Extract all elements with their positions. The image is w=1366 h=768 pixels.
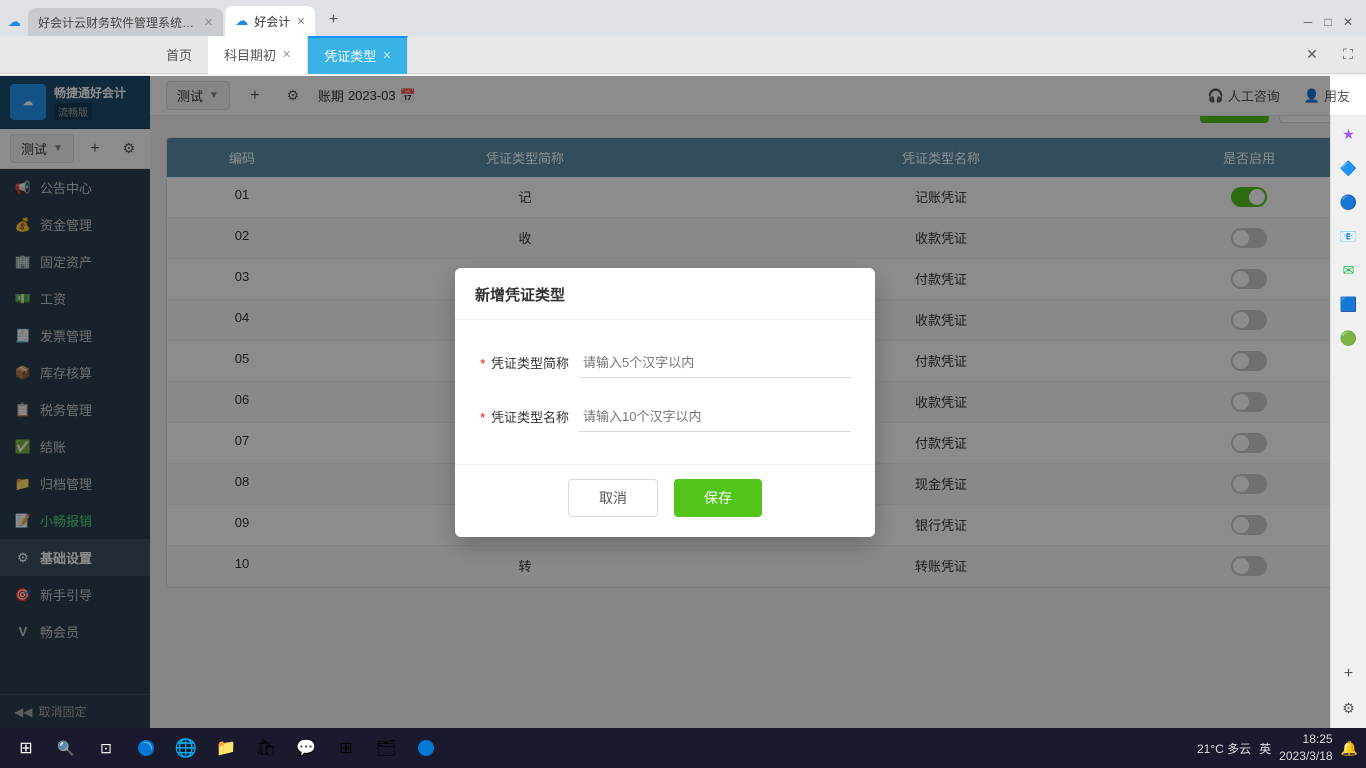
home-tab-label: 首页 [166,45,192,64]
dialog: 新增凭证类型 * 凭证类型简称 * 凭证类型名称 [455,268,875,537]
tab-navigation: 首页 科目期初 ✕ 凭证类型 ✕ ✕ ⛶ [0,36,1366,74]
taskbar-explorer[interactable]: 📁 [208,730,244,766]
taskbar-right: 21°C 多云 英 18:25 2023/3/18 🔔 [1197,731,1358,765]
tab-2[interactable]: ☁ 好会计 ✕ [225,6,315,36]
new-tab-button[interactable]: + [319,6,347,34]
start-button[interactable]: ⊞ [8,730,44,766]
tab-expand-button[interactable]: ⛶ [1330,37,1366,73]
tab-favicon-1: ☁ [8,14,24,30]
cancel-button[interactable]: 取消 [568,479,658,517]
taskbar-chrome[interactable]: 🌐 [168,730,204,766]
tab-2-close[interactable]: ✕ [296,15,305,28]
tab-1[interactable]: 好会计云财务软件管理系统_会计 ✕ [28,8,223,36]
tab-1-label: 好会计云财务软件管理系统_会计 [38,14,198,31]
subject-period-label: 科目期初 [224,45,276,64]
tab-2-favicon: ☁ [235,13,248,29]
tab-voucher-type[interactable]: 凭证类型 ✕ [308,36,408,74]
close-button[interactable]: ✕ [1338,12,1358,32]
taskbar-time-block: 18:25 2023/3/18 [1279,731,1332,765]
subject-period-close[interactable]: ✕ [282,48,291,61]
right-panel: 🔍 ★ 🔷 🔵 📧 ✉ 🟦 🟢 + ⚙ [1330,76,1366,728]
taskbar: ⊞ 🔍 ⊡ 🌐 📁 🛍 💬 ⊞ 🗂 21°C 多云 英 18:25 2023/3… [0,728,1366,768]
taskbar-edge2[interactable] [408,730,444,766]
taskbar-lang: 英 [1259,740,1271,757]
dialog-title: 新增凭证类型 [475,287,565,304]
right-msg-button[interactable]: ✉ [1333,254,1365,286]
maximize-button[interactable]: □ [1318,12,1338,32]
dialog-overlay: 新增凭证类型 * 凭证类型简称 * 凭证类型名称 [0,76,1330,728]
right-green-button[interactable]: 🟢 [1333,322,1365,354]
short-name-input[interactable] [579,348,851,378]
dialog-header: 新增凭证类型 [455,268,875,320]
short-name-row: * 凭证类型简称 [479,348,851,378]
right-star-button[interactable]: ★ [1333,118,1365,150]
taskbar-edge[interactable] [128,730,164,766]
dialog-footer: 取消 保存 [455,464,875,537]
short-name-label: * 凭证类型简称 [479,353,569,372]
taskbar-weather: 21°C 多云 [1197,740,1251,757]
dialog-body: * 凭证类型简称 * 凭证类型名称 [455,320,875,464]
save-button[interactable]: 保存 [674,479,762,517]
tab-minimize-button[interactable]: ✕ [1294,37,1330,73]
taskbar-wechat[interactable]: 💬 [288,730,324,766]
right-gear-button[interactable]: ⚙ [1333,692,1365,724]
right-mail-button[interactable]: 📧 [1333,220,1365,252]
taskbar-time: 18:25 [1279,731,1332,748]
right-blue-button[interactable]: 🔷 [1333,152,1365,184]
voucher-type-label: 凭证类型 [324,46,376,65]
taskbar-notification-icon[interactable]: 🔔 [1341,740,1358,757]
taskbar-date: 2023/3/18 [1279,748,1332,765]
full-name-input[interactable] [579,402,851,432]
full-name-label: * 凭证类型名称 [479,407,569,426]
tab-subject-period[interactable]: 科目期初 ✕ [208,36,308,74]
tab-2-label: 好会计 [254,13,290,30]
voucher-type-close[interactable]: ✕ [382,49,391,62]
tab-1-close[interactable]: ✕ [204,16,213,29]
right-add-button[interactable]: + [1333,658,1365,690]
taskbar-task-view[interactable]: ⊡ [88,730,124,766]
taskbar-app1[interactable]: ⊞ [328,730,364,766]
taskbar-search[interactable]: 🔍 [48,730,84,766]
right-box-button[interactable]: 🟦 [1333,288,1365,320]
tab-home[interactable]: 首页 [150,36,208,74]
right-circle-button[interactable]: 🔵 [1333,186,1365,218]
browser-chrome: ☁ 好会计云财务软件管理系统_会计 ✕ ☁ 好会计 ✕ + ─ □ ✕ [0,0,1366,36]
full-name-row: * 凭证类型名称 [479,402,851,432]
minimize-button[interactable]: ─ [1298,12,1318,32]
taskbar-folder[interactable]: 🗂 [368,730,404,766]
taskbar-store[interactable]: 🛍 [248,730,284,766]
